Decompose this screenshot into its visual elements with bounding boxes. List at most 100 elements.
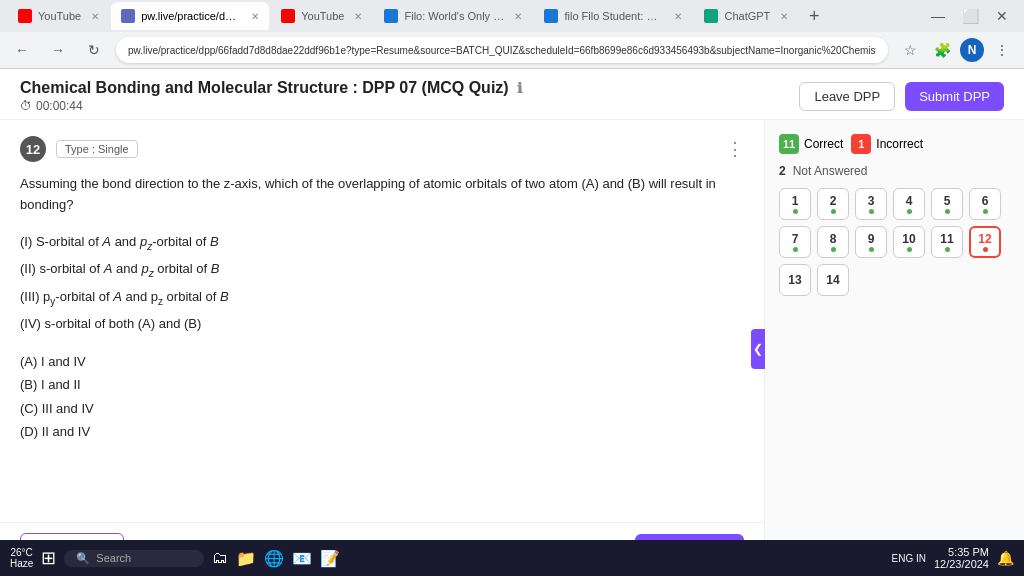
close-tab-youtube2[interactable]: ✕ — [354, 11, 362, 22]
weather-temp: 26°C — [10, 547, 33, 558]
q-circle-4[interactable]: 4 — [893, 188, 925, 220]
q3-dot — [869, 209, 874, 214]
answer-choices: (A) I and IV (B) I and II (C) III and IV… — [20, 350, 744, 444]
q-circle-2[interactable]: 2 — [817, 188, 849, 220]
search-icon: 🔍 — [76, 552, 90, 565]
more-options-icon[interactable]: ⋮ — [988, 36, 1016, 64]
back-button[interactable]: ← — [8, 36, 36, 64]
app-header: Chemical Bonding and Molecular Structure… — [0, 69, 1024, 120]
math-A-2: A — [104, 261, 113, 276]
taskbar-app-1[interactable]: 🗂 — [212, 549, 228, 567]
tab-chatgpt[interactable]: ChatGPT ✕ — [694, 2, 798, 30]
page-title: Chemical Bonding and Molecular Structure… — [20, 79, 522, 97]
legend-correct: 11 Correct — [779, 134, 843, 154]
tab-filo2[interactable]: filo Filo Student: World's Onl... ✕ — [534, 2, 692, 30]
option-1: (I) S-orbital of A and pz-orbital of B — [20, 230, 744, 256]
new-tab-button[interactable]: + — [800, 2, 828, 30]
q-circle-10[interactable]: 10 — [893, 226, 925, 258]
legend-incorrect: 1 Incorrect — [851, 134, 923, 154]
question-grid: 1 2 3 4 5 6 7 8 9 10 11 12 13 14 — [779, 188, 1010, 296]
taskbar: 26°C Haze ⊞ 🔍 Search 🗂 📁 🌐 📧 📝 ENG IN 5:… — [0, 540, 1024, 576]
tab-filo1[interactable]: Filo: World's Only Live Ins... ✕ — [374, 2, 532, 30]
clock-date: 12/23/2024 — [934, 558, 989, 570]
q-circle-9[interactable]: 9 — [855, 226, 887, 258]
taskbar-app-3[interactable]: 🌐 — [264, 549, 284, 568]
favicon-youtube2 — [281, 9, 295, 23]
close-tab-youtube1[interactable]: ✕ — [91, 11, 99, 22]
question-number-badge: 12 — [20, 136, 46, 162]
tab-title-filo1: Filo: World's Only Live Ins... — [404, 10, 504, 22]
incorrect-label: Incorrect — [876, 137, 923, 151]
info-icon[interactable]: ℹ — [517, 80, 522, 96]
choice-b: (B) I and II — [20, 373, 744, 396]
tab-youtube-2[interactable]: YouTube ✕ — [271, 2, 372, 30]
q-circle-8[interactable]: 8 — [817, 226, 849, 258]
q-circle-14[interactable]: 14 — [817, 264, 849, 296]
address-input[interactable] — [116, 37, 888, 63]
forward-button[interactable]: → — [44, 36, 72, 64]
tab-bar: YouTube ✕ pw.live/practice/dpp/66fa... ✕… — [0, 0, 1024, 32]
taskbar-language: ENG IN — [891, 553, 925, 564]
taskbar-app-5[interactable]: 📝 — [320, 549, 340, 568]
close-tab-pw[interactable]: ✕ — [251, 11, 259, 22]
weather-desc: Haze — [10, 558, 33, 569]
q7-dot — [793, 247, 798, 252]
tab-title-filo2: filo Filo Student: World's Onl... — [564, 10, 664, 22]
choice-c: (C) III and IV — [20, 397, 744, 420]
submit-dpp-button[interactable]: Submit DPP — [905, 82, 1004, 111]
correct-label: Correct — [804, 137, 843, 151]
q9-dot — [869, 247, 874, 252]
question-header: 12 Type : Single ⋮ — [20, 136, 744, 162]
star-icon[interactable]: ☆ — [896, 36, 924, 64]
not-answered-label: Not Answered — [793, 164, 868, 178]
q-circle-12[interactable]: 12 — [969, 226, 1001, 258]
sidebar-toggle-button[interactable]: ❮ — [751, 329, 765, 369]
taskbar-app-4[interactable]: 📧 — [292, 549, 312, 568]
q-circle-6[interactable]: 6 — [969, 188, 1001, 220]
option-3: (III) py-orbital of A and pz orbital of … — [20, 285, 744, 311]
question-more-icon[interactable]: ⋮ — [726, 138, 744, 160]
q-circle-1[interactable]: 1 — [779, 188, 811, 220]
title-text: Chemical Bonding and Molecular Structure… — [20, 79, 509, 97]
q1-dot — [793, 209, 798, 214]
q2-dot — [831, 209, 836, 214]
tab-title-youtube2: YouTube — [301, 10, 344, 22]
q-circle-7[interactable]: 7 — [779, 226, 811, 258]
q-circle-13[interactable]: 13 — [779, 264, 811, 296]
close-tab-filo2[interactable]: ✕ — [674, 11, 682, 22]
q10-dot — [907, 247, 912, 252]
math-B-1: B — [210, 234, 219, 249]
q12-dot — [983, 247, 988, 252]
tab-youtube-1[interactable]: YouTube ✕ — [8, 2, 109, 30]
q-circle-11[interactable]: 11 — [931, 226, 963, 258]
extensions-icon[interactable]: 🧩 — [928, 36, 956, 64]
close-tab-filo1[interactable]: ✕ — [514, 11, 522, 22]
q-circle-5[interactable]: 5 — [931, 188, 963, 220]
notification-icon[interactable]: 🔔 — [997, 550, 1014, 566]
close-window-button[interactable]: ✕ — [988, 2, 1016, 30]
start-button[interactable]: ⊞ — [41, 547, 56, 569]
profile-icon[interactable]: N — [960, 38, 984, 62]
tab-title-pw: pw.live/practice/dpp/66fa... — [141, 10, 241, 22]
math-B-2: B — [211, 261, 220, 276]
search-bar[interactable]: 🔍 Search — [64, 550, 204, 567]
option-2: (II) s-orbital of A and pz orbital of B — [20, 257, 744, 283]
close-tab-chatgpt[interactable]: ✕ — [780, 11, 788, 22]
q5-dot — [945, 209, 950, 214]
taskbar-app-2[interactable]: 📁 — [236, 549, 256, 568]
taskbar-clock: 5:35 PM 12/23/2024 — [934, 546, 989, 570]
address-bar-row: ← → ↻ ☆ 🧩 N ⋮ — [0, 32, 1024, 68]
timer-display: ⏱ 00:00:44 — [20, 99, 522, 113]
refresh-button[interactable]: ↻ — [80, 36, 108, 64]
minimize-button[interactable]: — — [924, 2, 952, 30]
correct-dot: 11 — [779, 134, 799, 154]
leave-dpp-button[interactable]: Leave DPP — [799, 82, 895, 111]
right-sidebar: ❮ 11 Correct 1 Incorrect 2 Not Answered … — [764, 120, 1024, 576]
tab-pw[interactable]: pw.live/practice/dpp/66fa... ✕ — [111, 2, 269, 30]
q-circle-3[interactable]: 3 — [855, 188, 887, 220]
taskbar-weather: 26°C Haze — [10, 547, 33, 569]
header-left: Chemical Bonding and Molecular Structure… — [20, 79, 522, 113]
restore-button[interactable]: ⬜ — [956, 2, 984, 30]
timer-icon: ⏱ — [20, 99, 32, 113]
incorrect-dot: 1 — [851, 134, 871, 154]
